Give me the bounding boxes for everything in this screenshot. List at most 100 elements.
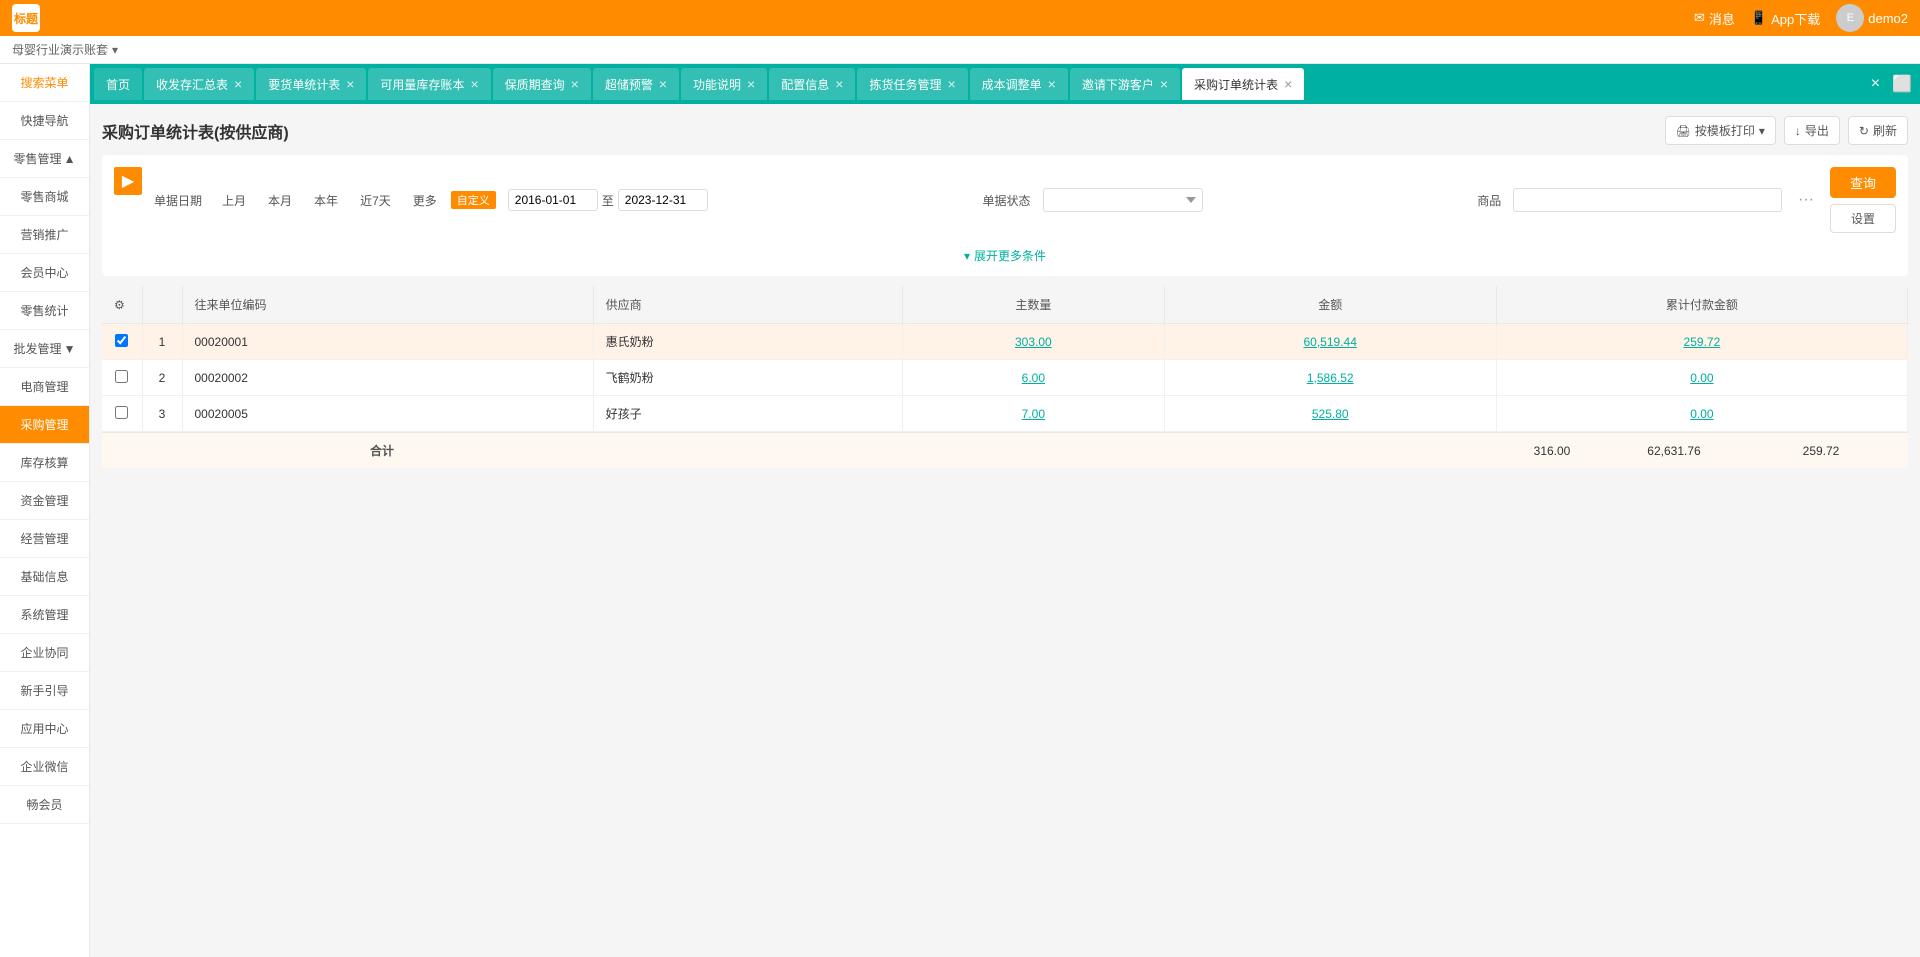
cell-supplier-code: 00020001: [182, 324, 593, 360]
workspace-selector[interactable]: 母婴行业演示账套 ▾: [12, 41, 118, 58]
shortcut-last-month[interactable]: 上月: [214, 190, 254, 211]
sidebar-item-search[interactable]: 搜索菜单: [0, 64, 89, 102]
tab-close-overstock-warning[interactable]: ×: [659, 77, 667, 91]
row-checkbox[interactable]: [115, 370, 128, 383]
sidebar-item-retail-mgmt[interactable]: 零售管理 ▲: [0, 140, 89, 178]
expand-conditions-button[interactable]: ▾ 展开更多条件: [964, 247, 1046, 264]
goods-label: 商品: [1477, 192, 1501, 209]
table-row[interactable]: 1 00020001 惠氏奶粉 303.00 60,519.44 259.72: [102, 324, 1908, 360]
amount-link[interactable]: 60,519.44: [1304, 335, 1357, 349]
tab-cost-adjust[interactable]: 成本调整单 ×: [970, 68, 1068, 100]
th-amount: 金额: [1164, 286, 1496, 324]
date-to-input[interactable]: [618, 189, 708, 211]
settings-icon[interactable]: ⚙: [114, 298, 125, 312]
tab-close-inventory-ledger[interactable]: ×: [470, 77, 478, 91]
cell-paid-amount: 0.00: [1496, 360, 1907, 396]
sidebar-item-sys-mgmt[interactable]: 系统管理: [0, 596, 89, 634]
goods-input[interactable]: [1513, 188, 1782, 212]
sidebar-item-new-guide[interactable]: 新手引导: [0, 672, 89, 710]
message-link[interactable]: ✉ 消息: [1694, 9, 1735, 28]
main-qty-link[interactable]: 7.00: [1022, 407, 1045, 421]
sidebar-item-enterprise[interactable]: 企业协同: [0, 634, 89, 672]
sidebar-item-quick-nav[interactable]: 快捷导航: [0, 102, 89, 140]
tab-config-info[interactable]: 配置信息 ×: [769, 68, 855, 100]
sidebar-item-member-center[interactable]: 会员中心: [0, 254, 89, 292]
avatar-image: E: [1836, 4, 1864, 32]
user-avatar[interactable]: E demo2: [1836, 4, 1908, 32]
tab-inventory-ledger[interactable]: 可用量库存账本 ×: [368, 68, 490, 100]
tab-overstock-warning[interactable]: 超储预警 ×: [593, 68, 679, 100]
workspace-bar: 母婴行业演示账套 ▾: [0, 36, 1920, 64]
main-qty-link[interactable]: 303.00: [1015, 335, 1052, 349]
shortcut-more[interactable]: 更多: [405, 190, 445, 211]
amount-link[interactable]: 1,586.52: [1307, 371, 1354, 385]
tab-invite-downstream[interactable]: 邀请下游客户 ×: [1070, 68, 1180, 100]
tab-close-receive-summary[interactable]: ×: [234, 77, 242, 91]
sidebar-item-retail-stats[interactable]: 零售统计: [0, 292, 89, 330]
date-from-input[interactable]: [508, 189, 598, 211]
tab-receive-summary[interactable]: 收发存汇总表 ×: [144, 68, 254, 100]
tab-close-cost-adjust[interactable]: ×: [1048, 77, 1056, 91]
tab-goods-summary[interactable]: 要货单统计表 ×: [256, 68, 366, 100]
shortcut-this-year[interactable]: 本年: [306, 190, 346, 211]
main-qty-link[interactable]: 6.00: [1022, 371, 1045, 385]
tab-close-func-desc[interactable]: ×: [747, 77, 755, 91]
sidebar-item-purchase-mgmt[interactable]: 采购管理: [0, 406, 89, 444]
paid-amount-link[interactable]: 259.72: [1684, 335, 1721, 349]
footer-label: 合计: [370, 442, 394, 459]
sidebar-item-wholesale-mgmt[interactable]: 批发管理 ▼: [0, 330, 89, 368]
tab-pick-task[interactable]: 拣货任务管理 ×: [857, 68, 967, 100]
sidebar-item-ops-mgmt[interactable]: 经营管理: [0, 520, 89, 558]
export-button[interactable]: ↓ 导出: [1784, 116, 1840, 145]
paid-amount-link[interactable]: 0.00: [1690, 371, 1713, 385]
sidebar-item-enterprise-wechat[interactable]: 企业微信: [0, 748, 89, 786]
top-bar-right: ✉ 消息 📱 App下载 E demo2: [1694, 4, 1908, 32]
workspace-chevron-icon: ▾: [112, 43, 118, 57]
filter-toggle-button[interactable]: ▶: [114, 167, 142, 195]
paid-amount-link[interactable]: 0.00: [1690, 407, 1713, 421]
sidebar-item-inventory[interactable]: 库存核算: [0, 444, 89, 482]
tab-close-pick-task[interactable]: ×: [947, 77, 955, 91]
row-checkbox[interactable]: [115, 406, 128, 419]
sidebar-item-member[interactable]: 畅会员: [0, 786, 89, 824]
goods-more-icon[interactable]: ···: [1794, 191, 1818, 209]
tab-close-purchase-summary[interactable]: ×: [1284, 77, 1292, 91]
status-select[interactable]: [1043, 188, 1203, 212]
tab-expiry-query[interactable]: 保质期查询 ×: [493, 68, 591, 100]
refresh-button[interactable]: ↻ 刷新: [1848, 116, 1908, 145]
page-header: 采购订单统计表(按供应商) 🖨 按模板打印 ▾ ↓ 导出 ↻ 刷新: [102, 116, 1908, 145]
filter-top-row: 单据日期 上月 本月 本年 近7天 更多 自定义 至: [154, 167, 1896, 233]
tab-func-desc[interactable]: 功能说明 ×: [681, 68, 767, 100]
shortcut-7days[interactable]: 近7天: [352, 190, 399, 211]
sidebar-item-ecommerce[interactable]: 电商管理: [0, 368, 89, 406]
footer-paid-amount: 259.72: [1746, 444, 1896, 458]
table-row[interactable]: 3 00020005 好孩子 7.00 525.80 0.00: [102, 396, 1908, 432]
tab-close-goods-summary[interactable]: ×: [346, 77, 354, 91]
tab-maximize-button[interactable]: ⬜: [1888, 70, 1916, 98]
row-checkbox[interactable]: [115, 334, 128, 347]
amount-link[interactable]: 525.80: [1312, 407, 1349, 421]
tab-close-expiry-query[interactable]: ×: [571, 77, 579, 91]
query-button[interactable]: 查询: [1830, 167, 1896, 198]
th-supplier-code: 往来单位编码: [182, 286, 593, 324]
tab-close-config-info[interactable]: ×: [835, 77, 843, 91]
table-row[interactable]: 2 00020002 飞鹤奶粉 6.00 1,586.52 0.00: [102, 360, 1908, 396]
th-supplier-name: 供应商: [593, 286, 902, 324]
tab-purchase-summary[interactable]: 采购订单统计表 ×: [1182, 68, 1304, 100]
settings-button[interactable]: 设置: [1830, 204, 1896, 233]
cell-paid-amount: 259.72: [1496, 324, 1907, 360]
tab-home[interactable]: 首页: [94, 68, 142, 100]
tab-close-invite-downstream[interactable]: ×: [1160, 77, 1168, 91]
sidebar-item-retail-shop[interactable]: 零售商城: [0, 178, 89, 216]
sidebar-item-marketing[interactable]: 营销推广: [0, 216, 89, 254]
th-paid-amount: 累计付款金额: [1496, 286, 1907, 324]
tab-close-all-button[interactable]: ×: [1867, 71, 1884, 97]
app-download-link[interactable]: 📱 App下载: [1751, 9, 1820, 28]
shortcut-this-month[interactable]: 本月: [260, 190, 300, 211]
sidebar-item-basic-info[interactable]: 基础信息: [0, 558, 89, 596]
data-table-container: ⚙ 往来单位编码 供应商 主数量 金额 累计付款金额: [102, 286, 1908, 468]
print-button[interactable]: 🖨 按模板打印 ▾: [1665, 116, 1776, 145]
sidebar-item-finance[interactable]: 资金管理: [0, 482, 89, 520]
status-label: 单据状态: [983, 192, 1031, 209]
sidebar-item-app-center[interactable]: 应用中心: [0, 710, 89, 748]
